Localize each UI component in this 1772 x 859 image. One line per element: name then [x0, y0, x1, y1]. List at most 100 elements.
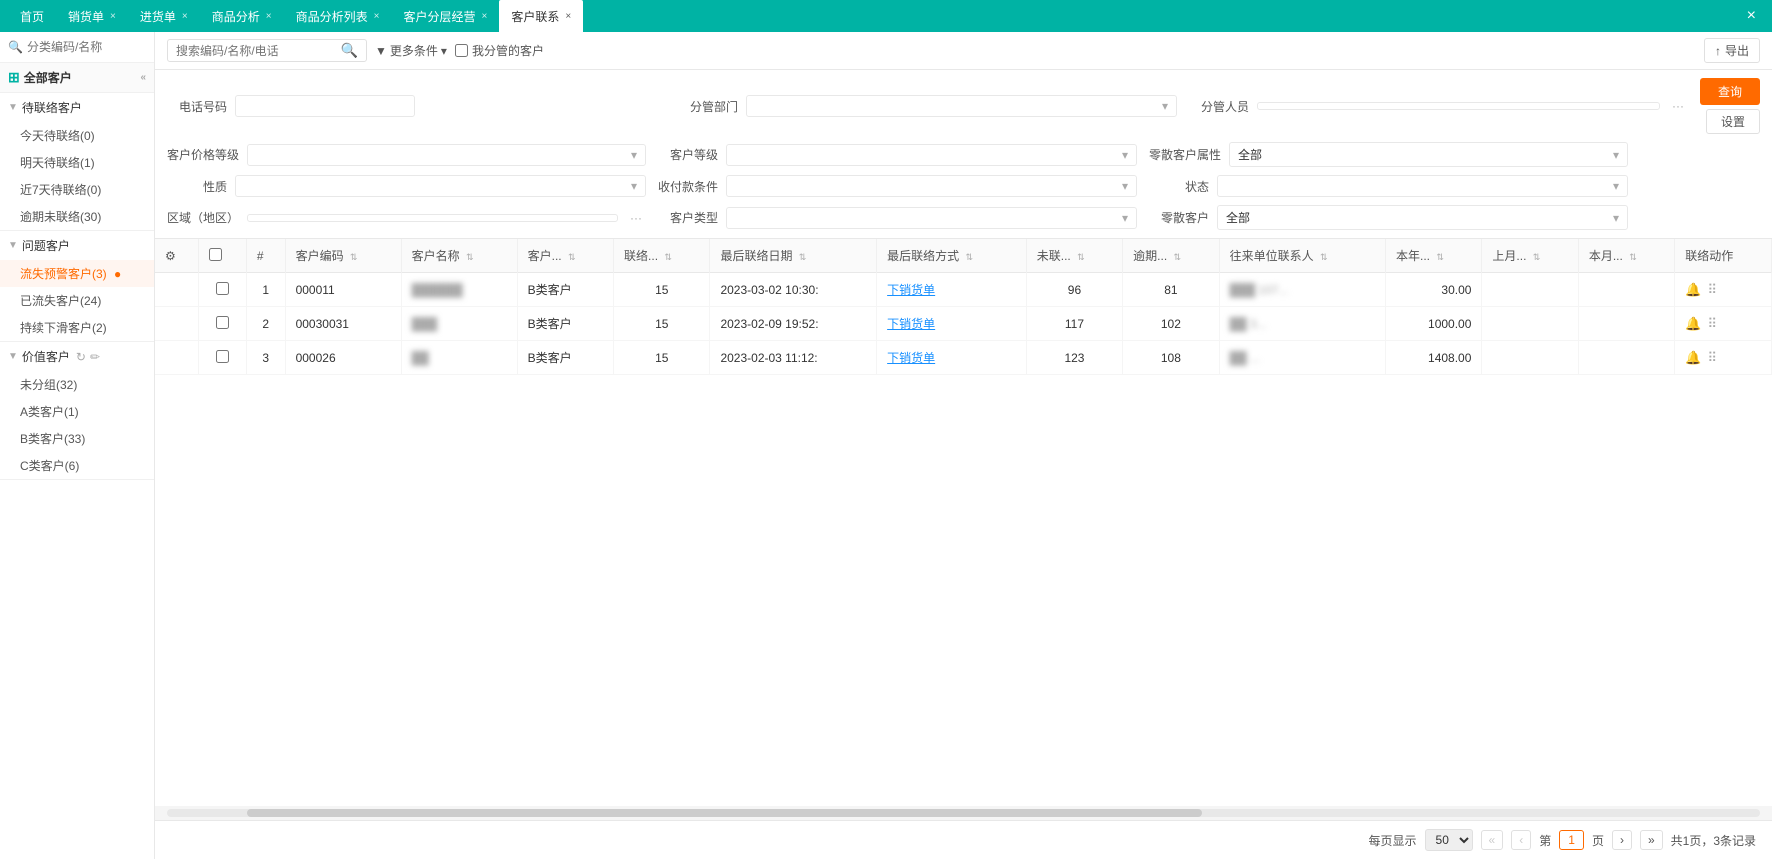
nav-tab-customer-contact[interactable]: 客户联系 × [499, 0, 583, 32]
sidebar-item-churn-warning[interactable]: 流失预警客户(3) ● 90天未交易的客户，可能有流失风险。 [0, 260, 154, 287]
sidebar-item-tomorrow[interactable]: 明天待联络(1) [0, 149, 154, 176]
filter-field-customer-type: 客户类型 ▾ [658, 207, 1137, 229]
payment-select[interactable]: ▾ [726, 175, 1137, 197]
manager-ellipsis[interactable]: ··· [1668, 99, 1688, 113]
query-button[interactable]: 查询 [1700, 78, 1760, 105]
filter-search-button[interactable]: 🔍 [341, 42, 358, 59]
nav-tab-customer-tier[interactable]: 客户分层经营 × [391, 0, 499, 32]
manager-select[interactable] [1257, 102, 1660, 110]
my-customers-checkbox[interactable] [455, 44, 468, 57]
zero-attr-select[interactable]: 全部 ▾ [1229, 142, 1628, 167]
sidebar-item-class-c[interactable]: C类客户(6) [0, 452, 154, 479]
sidebar-item-class-a[interactable]: A类客户(1) [0, 398, 154, 425]
contact-icon[interactable]: 🔔 [1685, 350, 1701, 366]
sidebar-root-header[interactable]: ⊞ 全部客户 « [0, 63, 154, 93]
row-checkbox[interactable] [216, 350, 229, 363]
th-index: # [246, 239, 285, 273]
more-action-icon[interactable]: ⠿ [1707, 282, 1717, 298]
prev-page-button[interactable]: ‹ [1511, 830, 1531, 850]
table-row: 3 000026 ██ B类客户 15 2023-02-03 11:12: 下销… [155, 341, 1772, 375]
th-uncontacted[interactable]: 未联... ⇅ [1026, 239, 1122, 273]
td-last-contact-method[interactable]: 下销货单 [877, 307, 1027, 341]
region-ellipsis[interactable]: ··· [626, 211, 646, 225]
row-checkbox[interactable] [216, 282, 229, 295]
contact-icon[interactable]: 🔔 [1685, 282, 1701, 298]
filter-row-1: 电话号码 分管部门 ▾ 分管人员 ··· [167, 78, 1760, 134]
price-tier-select[interactable]: ▾ [247, 144, 646, 166]
row-checkbox[interactable] [216, 316, 229, 329]
th-name[interactable]: 客户名称 ⇅ [401, 239, 517, 273]
nav-tab-sales[interactable]: 销货单 × [56, 0, 128, 32]
status-select[interactable]: ▾ [1217, 175, 1628, 197]
nav-tab-purchase[interactable]: 进货单 × [128, 0, 200, 32]
th-overdue[interactable]: 逾期... ⇅ [1123, 239, 1219, 273]
th-settings[interactable]: ⚙ [155, 239, 199, 273]
property-select[interactable]: ▾ [235, 175, 646, 197]
th-this-year[interactable]: 本年... ⇅ [1386, 239, 1482, 273]
close-icon[interactable]: × [110, 11, 116, 22]
first-page-button[interactable]: « [1481, 830, 1504, 850]
sidebar-item-class-b[interactable]: B类客户(33) [0, 425, 154, 452]
td-checkbox[interactable] [199, 341, 247, 375]
filter-search-input[interactable] [176, 44, 341, 58]
th-this-month[interactable]: 本月... ⇅ [1578, 239, 1674, 273]
refresh-icon[interactable]: ↻ [76, 350, 86, 364]
dept-label: 分管部门 [678, 98, 738, 115]
edit-icon[interactable]: ✏ [90, 350, 100, 364]
sidebar-group-problem-header[interactable]: ▼ 问题客户 [0, 231, 154, 260]
last-page-button[interactable]: » [1640, 830, 1663, 850]
td-last-contact-method[interactable]: 下销货单 [877, 273, 1027, 307]
nav-tab-analysis-list[interactable]: 商品分析列表 × [284, 0, 392, 32]
more-action-icon[interactable]: ⠿ [1707, 316, 1717, 332]
nav-tab-home[interactable]: 首页 [8, 0, 56, 32]
customer-tier-select[interactable]: ▾ [726, 144, 1137, 166]
per-page-select[interactable]: 50 [1425, 829, 1473, 851]
th-last-contact-method[interactable]: 最后联络方式 ⇅ [877, 239, 1027, 273]
td-checkbox[interactable] [199, 273, 247, 307]
more-action-icon[interactable]: ⠿ [1707, 350, 1717, 366]
sidebar-item-churned[interactable]: 已流失客户(24) [0, 287, 154, 314]
th-contact[interactable]: 联络... ⇅ [614, 239, 710, 273]
close-icon[interactable]: × [182, 11, 188, 22]
export-button[interactable]: ↑ 导出 [1704, 38, 1760, 63]
contact-method-link[interactable]: 下销货单 [887, 351, 935, 365]
sidebar-item-overdue[interactable]: 逾期未联络(30) [0, 203, 154, 230]
close-icon[interactable]: × [266, 11, 272, 22]
select-all-checkbox[interactable] [209, 248, 222, 261]
region-select[interactable] [247, 214, 618, 222]
window-close-button[interactable]: × [1739, 3, 1764, 29]
td-checkbox[interactable] [199, 307, 247, 341]
next-page-button[interactable]: › [1612, 830, 1632, 850]
nav-tab-analysis[interactable]: 商品分析 × [200, 0, 284, 32]
sidebar-item-ungrouped[interactable]: 未分组(32) [0, 371, 154, 398]
sidebar-group-pending-header[interactable]: ▼ 待联络客户 [0, 93, 154, 122]
th-checkbox[interactable] [199, 239, 247, 273]
close-icon[interactable]: × [481, 11, 487, 22]
sidebar-search-input[interactable] [27, 40, 155, 54]
sidebar-item-today[interactable]: 今天待联络(0) [0, 122, 154, 149]
horizontal-scrollbar[interactable] [155, 806, 1772, 820]
sidebar-group-value-header[interactable]: ▼ 价值客户 ↻ ✏ [0, 342, 154, 371]
customer-type-select[interactable]: ▾ [726, 207, 1137, 229]
close-icon[interactable]: × [565, 11, 571, 22]
td-last-contact-method[interactable]: 下销货单 [877, 341, 1027, 375]
sidebar-item-declining[interactable]: 持续下滑客户(2) [0, 314, 154, 341]
settings-button[interactable]: 设置 [1706, 109, 1760, 134]
th-code[interactable]: 客户编码 ⇅ [285, 239, 401, 273]
contact-method-link[interactable]: 下销货单 [887, 317, 935, 331]
phone-input[interactable] [235, 95, 415, 117]
contact-icon[interactable]: 🔔 [1685, 316, 1701, 332]
th-last-month[interactable]: 上月... ⇅ [1482, 239, 1578, 273]
th-unit-contact[interactable]: 往来单位联系人 ⇅ [1219, 239, 1385, 273]
zero-customer-select[interactable]: 全部 ▾ [1217, 205, 1628, 230]
dept-select[interactable]: ▾ [746, 95, 1177, 117]
close-icon[interactable]: × [374, 11, 380, 22]
scrollbar-thumb[interactable] [247, 809, 1203, 817]
td-last-contact-date: 2023-02-09 19:52: [710, 307, 877, 341]
my-customers-filter[interactable]: 我分管的客户 [455, 42, 544, 59]
contact-method-link[interactable]: 下销货单 [887, 283, 935, 297]
th-type[interactable]: 客户... ⇅ [517, 239, 613, 273]
sidebar-item-7days[interactable]: 近7天待联络(0) [0, 176, 154, 203]
th-last-contact-date[interactable]: 最后联络日期 ⇅ [710, 239, 877, 273]
filter-more-conditions[interactable]: ▼ 更多条件 ▾ [375, 42, 447, 59]
